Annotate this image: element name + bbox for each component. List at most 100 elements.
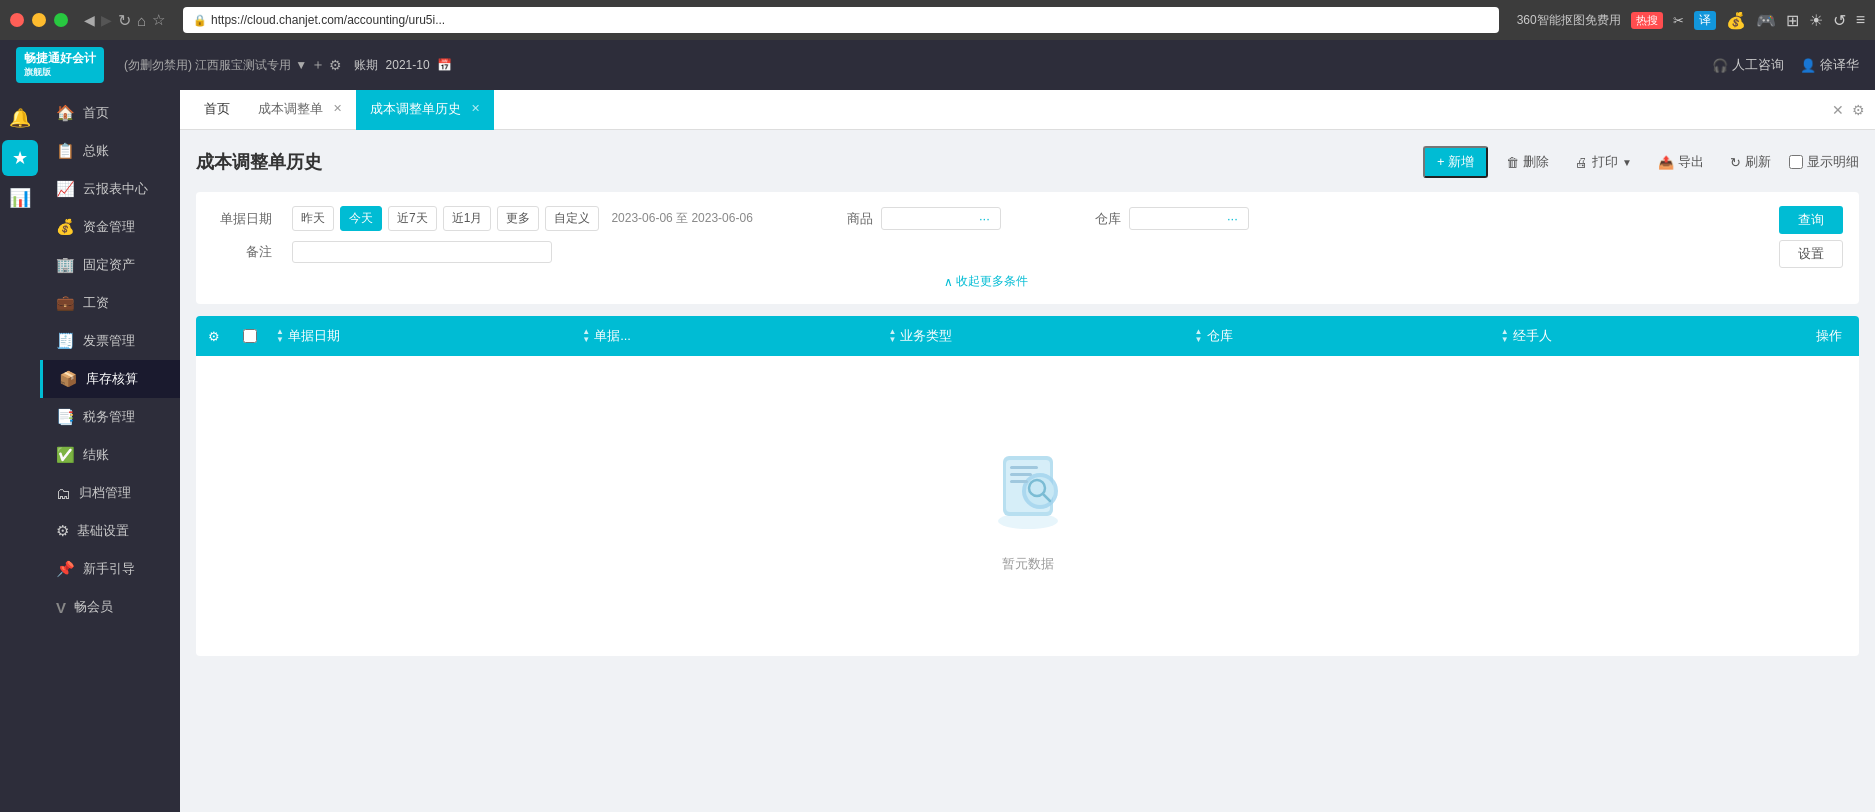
sidebar-item-settings[interactable]: ⚙ 基础设置: [40, 512, 180, 550]
th-warehouse[interactable]: ▲▼ 仓库: [1187, 327, 1493, 345]
user-avatar[interactable]: 👤 徐译华: [1800, 56, 1859, 74]
th-biz-type[interactable]: ▲▼ 业务类型: [880, 327, 1186, 345]
tab-cost-adjust[interactable]: 成本调整单 ✕: [244, 90, 356, 130]
game-icon[interactable]: 🎮: [1756, 11, 1776, 30]
sidebar-item-inventory[interactable]: 📦 库存核算: [40, 360, 180, 398]
account-selector[interactable]: (勿删勿禁用) 江西服宝测试专用 ▼ ＋ ⚙: [124, 56, 342, 74]
page-area: 成本调整单历史 + 新增 🗑 删除 🖨 打印 ▼ 📤 导出: [180, 130, 1875, 812]
empty-illustration: [978, 436, 1078, 539]
export-button[interactable]: 📤 导出: [1650, 149, 1712, 175]
docno-sort-icon: ▲▼: [582, 328, 590, 344]
scissors-icon[interactable]: ✂: [1673, 13, 1684, 28]
th-docno-label: 单据...: [594, 327, 631, 345]
empty-svg: [978, 436, 1078, 536]
smart-cutout-label[interactable]: 360智能抠图免费用: [1517, 12, 1621, 29]
star-icon-btn[interactable]: ★: [2, 140, 38, 176]
display-toggle-checkbox[interactable]: [1789, 155, 1803, 169]
settings-nav-icon: ⚙: [56, 522, 69, 540]
sidebar-item-funds[interactable]: 💰 资金管理: [40, 208, 180, 246]
remark-filter-input[interactable]: [292, 241, 552, 263]
sidebar-item-vip[interactable]: V 畅会员: [40, 588, 180, 626]
warehouse-ellipsis-btn[interactable]: ···: [1223, 211, 1242, 226]
lock-icon: 🔒: [193, 14, 207, 27]
goods-filter-select[interactable]: ···: [881, 207, 1001, 230]
table-settings-icon[interactable]: ⚙: [196, 329, 232, 344]
delete-button[interactable]: 🗑 删除: [1498, 149, 1557, 175]
th-handler[interactable]: ▲▼ 经手人: [1493, 327, 1799, 345]
sidebar-item-home[interactable]: 🏠 首页: [40, 94, 180, 132]
sidebar-item-payroll[interactable]: 💼 工资: [40, 284, 180, 322]
th-biztype-label: 业务类型: [900, 327, 952, 345]
date-btn-more[interactable]: 更多: [497, 206, 539, 231]
notification-icon-btn[interactable]: 🔔: [2, 100, 38, 136]
service-link[interactable]: 🎧 人工咨询: [1712, 56, 1784, 74]
address-bar[interactable]: 🔒 https://cloud.chanjet.com/accounting/u…: [183, 7, 1499, 33]
table-select-all[interactable]: [232, 329, 268, 343]
assets-nav-label: 固定资产: [83, 256, 135, 274]
menu-icon[interactable]: ≡: [1856, 11, 1865, 29]
refresh-icon[interactable]: ↻: [118, 11, 131, 30]
warehouse-filter-select[interactable]: ···: [1129, 207, 1249, 230]
sidebar-item-ledger[interactable]: 📋 总账: [40, 132, 180, 170]
browser-maximize-btn[interactable]: [54, 13, 68, 27]
sidebar-item-tax[interactable]: 📑 税务管理: [40, 398, 180, 436]
goods-ellipsis-btn[interactable]: ···: [975, 211, 994, 226]
calendar-icon[interactable]: 📅: [437, 58, 452, 72]
filter-settings-button[interactable]: 设置: [1779, 240, 1843, 268]
display-toggle[interactable]: 显示明细: [1789, 153, 1859, 171]
undo-icon[interactable]: ↺: [1833, 11, 1846, 30]
right-close-btn[interactable]: ✕: [1832, 102, 1844, 118]
browser-close-btn[interactable]: [10, 13, 24, 27]
tab-cost-adjust-history[interactable]: 成本调整单历史 ✕: [356, 90, 494, 130]
handler-sort-icon: ▲▼: [1501, 328, 1509, 344]
chart-icon-btn[interactable]: 📊: [2, 180, 38, 216]
brightness-icon[interactable]: ☀: [1809, 11, 1823, 30]
ledger-nav-icon: 📋: [56, 142, 75, 160]
filter-remark-row: 备注: [212, 241, 1759, 263]
date-btn-1month[interactable]: 近1月: [443, 206, 492, 231]
date-btn-7days[interactable]: 近7天: [388, 206, 437, 231]
sidebar-item-close[interactable]: ✅ 结账: [40, 436, 180, 474]
back-icon[interactable]: ◀: [84, 12, 95, 28]
print-dropdown-icon: ▼: [1622, 157, 1632, 168]
sidebar-item-archive[interactable]: 🗂 归档管理: [40, 474, 180, 512]
forward-icon[interactable]: ▶: [101, 12, 112, 28]
tab-home[interactable]: 首页: [190, 90, 244, 130]
browser-minimize-btn[interactable]: [32, 13, 46, 27]
translate-btn[interactable]: 译: [1694, 11, 1716, 30]
assets-nav-icon: 🏢: [56, 256, 75, 274]
query-button[interactable]: 查询: [1779, 206, 1843, 234]
home-nav-icon: 🏠: [56, 104, 75, 122]
hot-search-badge[interactable]: 热搜: [1631, 12, 1663, 29]
add-account-icon[interactable]: ＋: [311, 56, 325, 74]
vip-nav-label: 畅会员: [74, 598, 113, 616]
th-doc-no[interactable]: ▲▼ 单据...: [574, 327, 880, 345]
sidebar-item-assets[interactable]: 🏢 固定资产: [40, 246, 180, 284]
refresh-button[interactable]: ↻ 刷新: [1722, 149, 1779, 175]
grid-icon[interactable]: ⊞: [1786, 11, 1799, 30]
date-btn-custom[interactable]: 自定义: [545, 206, 599, 231]
print-button[interactable]: 🖨 打印 ▼: [1567, 149, 1640, 175]
archive-nav-icon: 🗂: [56, 485, 71, 502]
sidebar-item-guide[interactable]: 📌 新手引导: [40, 550, 180, 588]
wallet-icon[interactable]: 💰: [1726, 11, 1746, 30]
date-btn-yesterday[interactable]: 昨天: [292, 206, 334, 231]
tab-cost-adjust-close[interactable]: ✕: [333, 102, 342, 115]
display-toggle-label: 显示明细: [1807, 153, 1859, 171]
add-button[interactable]: + 新增: [1423, 146, 1488, 178]
th-date-label: 单据日期: [288, 327, 340, 345]
collapse-filter-btn[interactable]: ∧ 收起更多条件: [944, 273, 1028, 290]
sidebar-item-reports[interactable]: 📈 云报表中心: [40, 170, 180, 208]
home-icon[interactable]: ⌂: [137, 12, 146, 29]
date-btn-today[interactable]: 今天: [340, 206, 382, 231]
period-label: 账期: [354, 58, 378, 72]
sidebar-item-invoice[interactable]: 🧾 发票管理: [40, 322, 180, 360]
select-all-checkbox[interactable]: [243, 329, 257, 343]
favorite-icon[interactable]: ☆: [152, 11, 165, 29]
right-settings-icon[interactable]: ⚙: [1852, 102, 1865, 118]
header-center: (勿删勿禁用) 江西服宝测试专用 ▼ ＋ ⚙ 账期 2021-10 📅: [104, 56, 1712, 74]
th-date[interactable]: ▲▼ 单据日期: [268, 327, 574, 345]
main-layout: 🔔 ★ 📊 🏠 首页 📋 总账 📈 云报表中心 💰 资金管理 🏢 固定资产 💼 …: [0, 90, 1875, 812]
tab-cost-adjust-history-close[interactable]: ✕: [471, 102, 480, 115]
settings-account-icon[interactable]: ⚙: [329, 57, 342, 73]
